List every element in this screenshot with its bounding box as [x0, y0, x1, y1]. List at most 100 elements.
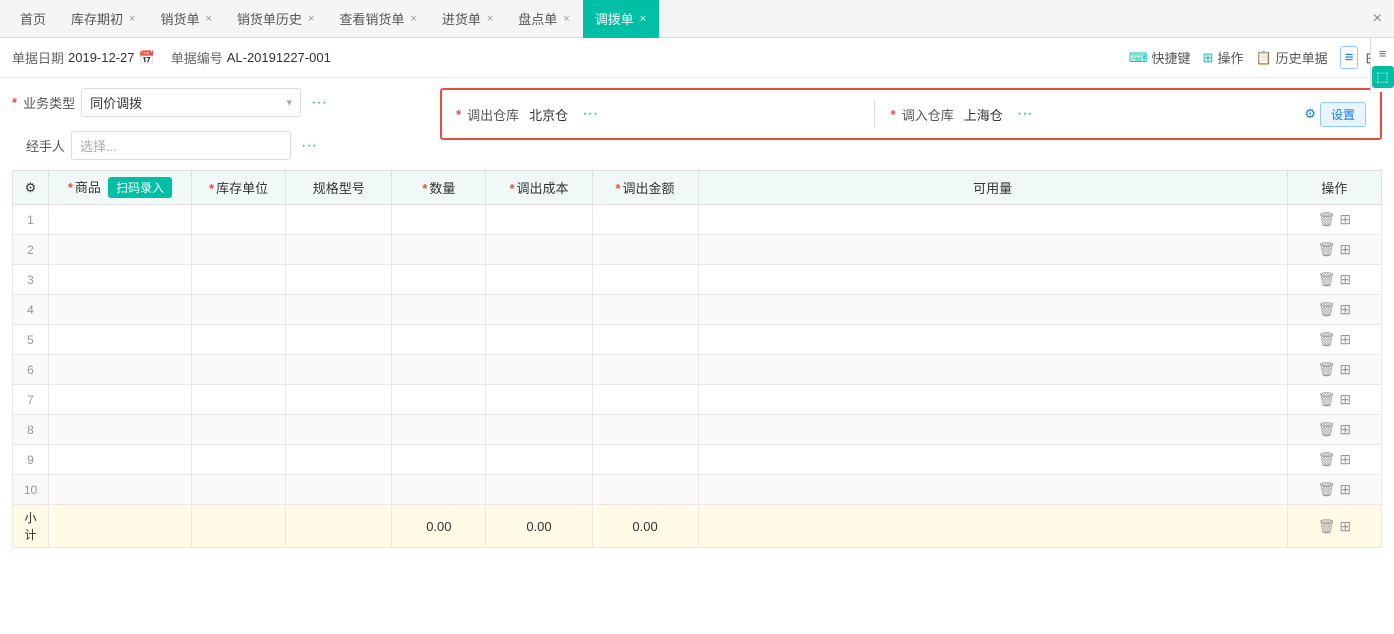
operations-button[interactable]: ⊞ 操作	[1203, 48, 1244, 67]
unit-cell-9[interactable]	[191, 445, 285, 475]
unit-cell-5[interactable]	[191, 325, 285, 355]
tab-home[interactable]: 首页	[8, 0, 59, 38]
qty-cell-9[interactable]	[392, 445, 486, 475]
qty-cell-1[interactable]	[392, 205, 486, 235]
cost-cell-5[interactable]	[486, 325, 592, 355]
biz-type-select[interactable]: 同价调拨 ▾	[81, 88, 301, 117]
amount-cell-6[interactable]	[592, 355, 698, 385]
delete-row-icon[interactable]: 🗑	[1318, 271, 1336, 287]
delete-row-icon[interactable]: 🗑	[1318, 391, 1336, 407]
copy-row-icon[interactable]: ⊞	[1339, 331, 1351, 347]
copy-row-icon[interactable]: ⊞	[1339, 481, 1351, 497]
cost-cell-6[interactable]	[486, 355, 592, 385]
qty-cell-5[interactable]	[392, 325, 486, 355]
copy-row-icon[interactable]: ⊞	[1339, 271, 1351, 287]
copy-row-icon[interactable]: ⊞	[1339, 421, 1351, 437]
product-cell-9[interactable]	[49, 445, 192, 475]
product-cell-3[interactable]	[49, 265, 192, 295]
delete-row-icon[interactable]: 🗑	[1318, 481, 1336, 497]
tab-close-sales-order[interactable]: ×	[205, 13, 211, 25]
cost-cell-8[interactable]	[486, 415, 592, 445]
delete-row-icon[interactable]: 🗑	[1318, 241, 1336, 257]
amount-cell-9[interactable]	[592, 445, 698, 475]
spec-cell-2[interactable]	[286, 235, 392, 265]
amount-cell-2[interactable]	[592, 235, 698, 265]
person-more-button[interactable]: ···	[301, 137, 317, 155]
tab-sales-history[interactable]: 销货单历史 ×	[225, 0, 327, 38]
unit-cell-6[interactable]	[191, 355, 285, 385]
tab-close-purchase-order[interactable]: ×	[487, 13, 493, 25]
spec-cell-4[interactable]	[286, 295, 392, 325]
tab-close-transfer-order[interactable]: ×	[640, 13, 646, 25]
amount-cell-1[interactable]	[592, 205, 698, 235]
scan-input-button[interactable]: 扫码录入	[108, 177, 172, 198]
unit-cell-10[interactable]	[191, 475, 285, 505]
copy-row-icon[interactable]: ⊞	[1339, 211, 1351, 227]
shortcuts-button[interactable]: ⌨ 快捷键	[1129, 48, 1191, 67]
product-cell-2[interactable]	[49, 235, 192, 265]
unit-cell-8[interactable]	[191, 415, 285, 445]
delete-row-icon[interactable]: 🗑	[1318, 301, 1336, 317]
qty-cell-2[interactable]	[392, 235, 486, 265]
person-select[interactable]: 选择...	[71, 131, 291, 160]
tab-transfer-order[interactable]: 调拨单 ×	[583, 0, 659, 38]
tab-sales-order[interactable]: 销货单 ×	[148, 0, 224, 38]
spec-cell-8[interactable]	[286, 415, 392, 445]
spec-cell-10[interactable]	[286, 475, 392, 505]
right-toolbar-expand[interactable]: ⬚	[1372, 66, 1394, 88]
tab-purchase-order[interactable]: 进货单 ×	[430, 0, 506, 38]
qty-cell-7[interactable]	[392, 385, 486, 415]
amount-cell-10[interactable]	[592, 475, 698, 505]
tab-close-inventory-check[interactable]: ×	[563, 13, 569, 25]
unit-cell-11[interactable]	[191, 505, 285, 548]
tab-inventory-init[interactable]: 库存期初 ×	[59, 0, 148, 38]
amount-cell-8[interactable]	[592, 415, 698, 445]
right-toolbar-list[interactable]: ≡	[1372, 42, 1394, 64]
qty-cell-10[interactable]	[392, 475, 486, 505]
product-cell-11[interactable]	[49, 505, 192, 548]
copy-row-icon[interactable]: ⊞	[1339, 518, 1351, 534]
settings-button[interactable]: 设置	[1320, 102, 1366, 127]
delete-row-icon[interactable]: 🗑	[1318, 211, 1336, 227]
delete-row-icon[interactable]: 🗑	[1318, 451, 1336, 467]
copy-row-icon[interactable]: ⊞	[1339, 361, 1351, 377]
cost-cell-7[interactable]	[486, 385, 592, 415]
amount-cell-7[interactable]	[592, 385, 698, 415]
qty-cell-8[interactable]	[392, 415, 486, 445]
to-warehouse-more-button[interactable]: ···	[1017, 105, 1033, 123]
qty-cell-11[interactable]: 0.00	[392, 505, 486, 548]
tab-close-sales-history[interactable]: ×	[308, 13, 314, 25]
cost-cell-11[interactable]: 0.00	[486, 505, 592, 548]
copy-row-icon[interactable]: ⊞	[1339, 391, 1351, 407]
history-button[interactable]: 📋 历史单据	[1255, 48, 1327, 67]
layout-list-icon[interactable]: ≡	[1340, 46, 1359, 69]
delete-row-icon[interactable]: 🗑	[1318, 331, 1336, 347]
tab-close-view-sales[interactable]: ×	[410, 13, 416, 25]
unit-cell-1[interactable]	[191, 205, 285, 235]
qty-cell-6[interactable]	[392, 355, 486, 385]
amount-cell-3[interactable]	[592, 265, 698, 295]
spec-cell-5[interactable]	[286, 325, 392, 355]
product-cell-5[interactable]	[49, 325, 192, 355]
delete-row-icon[interactable]: 🗑	[1318, 518, 1336, 534]
tab-inventory-check[interactable]: 盘点单 ×	[506, 0, 582, 38]
biz-type-more-button[interactable]: ···	[311, 94, 327, 112]
spec-cell-3[interactable]	[286, 265, 392, 295]
cost-cell-1[interactable]	[486, 205, 592, 235]
spec-cell-6[interactable]	[286, 355, 392, 385]
copy-row-icon[interactable]: ⊞	[1339, 301, 1351, 317]
qty-cell-4[interactable]	[392, 295, 486, 325]
product-cell-6[interactable]	[49, 355, 192, 385]
product-cell-4[interactable]	[49, 295, 192, 325]
spec-cell-7[interactable]	[286, 385, 392, 415]
unit-cell-4[interactable]	[191, 295, 285, 325]
product-cell-1[interactable]	[49, 205, 192, 235]
tab-view-sales[interactable]: 查看销货单 ×	[327, 0, 429, 38]
product-cell-10[interactable]	[49, 475, 192, 505]
spec-cell-9[interactable]	[286, 445, 392, 475]
cost-cell-10[interactable]	[486, 475, 592, 505]
unit-cell-3[interactable]	[191, 265, 285, 295]
product-cell-7[interactable]	[49, 385, 192, 415]
product-cell-8[interactable]	[49, 415, 192, 445]
copy-row-icon[interactable]: ⊞	[1339, 451, 1351, 467]
